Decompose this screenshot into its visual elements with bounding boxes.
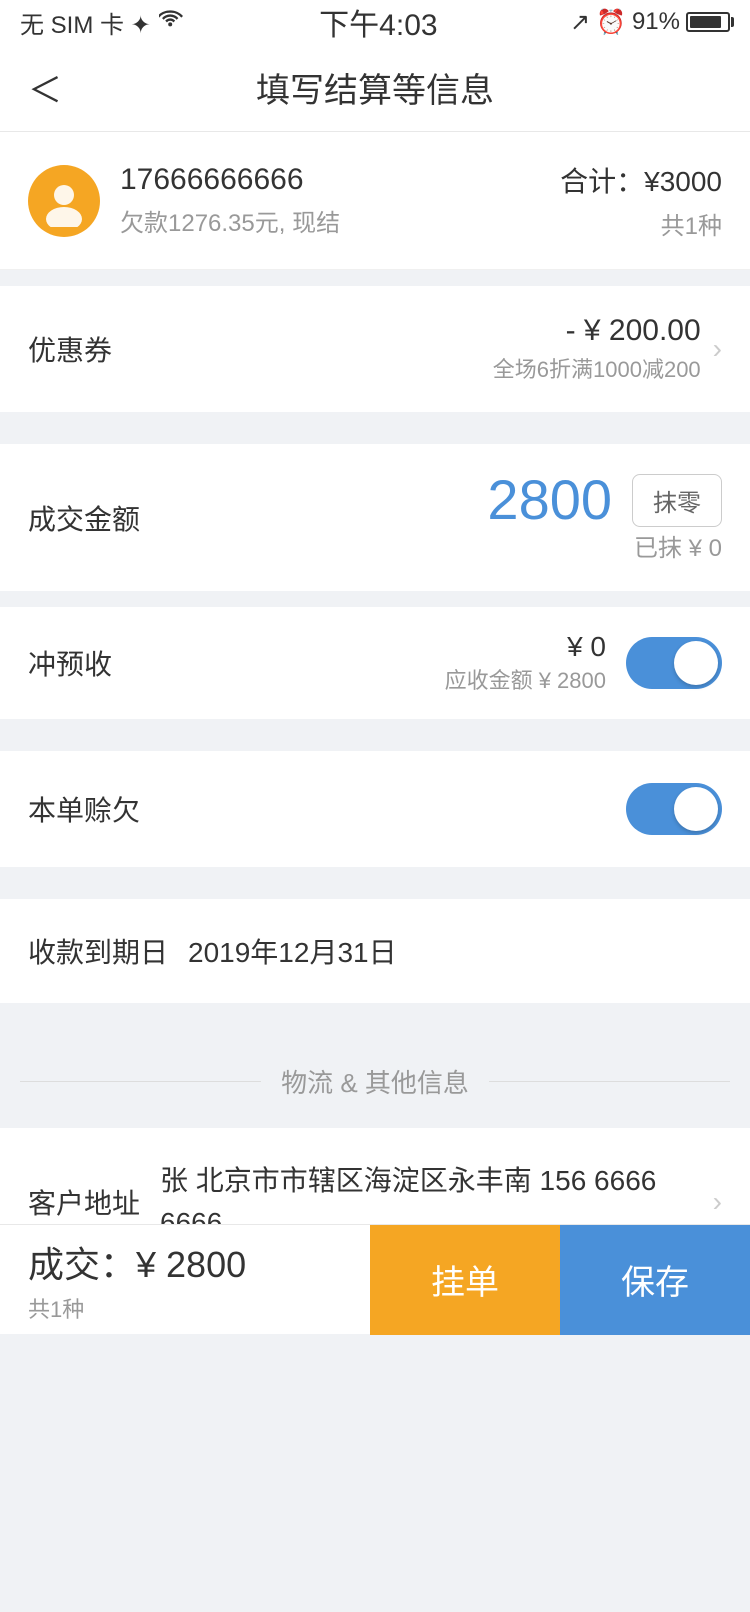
prepay-label: 冲预收 (28, 643, 445, 683)
header: ＜ 填写结算等信息 (0, 44, 750, 132)
address-arrow-icon: › (713, 1186, 722, 1218)
user-info: 17666666666 欠款1276.35元, 现结 (120, 163, 560, 238)
coupon-arrow-icon: › (713, 333, 722, 365)
status-right: ↗ ⏰ 91% (570, 8, 730, 37)
prepay-sub: 应收金额 ¥ 2800 (445, 663, 606, 695)
user-phone: 17666666666 (120, 163, 560, 197)
section-divider-1 (0, 428, 750, 444)
sim-indicator: 无 SIM 卡 ✦ (20, 5, 151, 40)
user-total-count: 共1种 (560, 206, 722, 241)
transaction-section: 成交金额 2800 抹零 已抹 ¥ 0 (0, 444, 750, 591)
coupon-right: - ¥ 200.00 全场6折满1000减200 (493, 314, 701, 384)
credit-row: 本单赊欠 (0, 751, 750, 867)
round-button[interactable]: 抹零 (632, 474, 722, 527)
bottom-bar: 成交：¥ 2800 共1种 挂单 保存 (0, 1224, 750, 1334)
bottom-amount: 成交：¥ 2800 (28, 1236, 342, 1288)
already-round: 已抹 ¥ 0 (634, 528, 722, 563)
coupon-label: 优惠券 (28, 329, 493, 369)
bottom-prefix: 成交： (28, 1244, 136, 1285)
user-card: 17666666666 欠款1276.35元, 现结 合计：¥3000 共1种 (0, 132, 750, 270)
battery-percent: 91% (632, 8, 680, 36)
section-divider-4 (0, 1019, 750, 1035)
credit-toggle-knob (674, 787, 718, 831)
coupon-row[interactable]: 优惠券 - ¥ 200.00 全场6折满1000减200 › (0, 286, 750, 412)
status-bar: 无 SIM 卡 ✦ 下午4:03 ↗ ⏰ 91% (0, 0, 750, 44)
page-title: 填写结算等信息 (256, 63, 494, 112)
transaction-label: 成交金额 (28, 498, 148, 538)
prepay-toggle[interactable] (626, 637, 722, 689)
bottom-info: 成交：¥ 2800 共1种 (0, 1236, 370, 1324)
battery-icon (686, 12, 730, 32)
status-left: 无 SIM 卡 ✦ (20, 5, 187, 40)
bottom-count: 共1种 (28, 1292, 342, 1324)
content: 17666666666 欠款1276.35元, 现结 合计：¥3000 共1种 … (0, 132, 750, 1612)
coupon-card: 优惠券 - ¥ 200.00 全场6折满1000减200 › (0, 286, 750, 412)
hang-button[interactable]: 挂单 (370, 1225, 560, 1335)
toggle-knob (674, 641, 718, 685)
status-time: 下午4:03 (319, 0, 437, 44)
duedate-value: 2019年12月31日 (188, 931, 397, 971)
coupon-amount: - ¥ 200.00 (493, 314, 701, 348)
header-line-right (489, 1081, 730, 1082)
duedate-label: 收款到期日 (28, 931, 168, 971)
logistics-label: 物流 & 其他信息 (281, 1063, 469, 1100)
credit-toggle[interactable] (626, 783, 722, 835)
header-line-left (20, 1081, 261, 1082)
location-icon: ↗ (570, 8, 590, 37)
duedate-section: 收款到期日 2019年12月31日 (0, 899, 750, 1003)
logistics-header: 物流 & 其他信息 (0, 1035, 750, 1128)
credit-section: 本单赊欠 (0, 751, 750, 867)
prepay-row: 冲预收 ¥ 0 应收金额 ¥ 2800 (0, 607, 750, 719)
avatar (28, 165, 100, 237)
user-total-amount: 合计：¥3000 (560, 160, 722, 200)
back-button[interactable]: ＜ (28, 63, 62, 112)
prepay-amount-area: ¥ 0 应收金额 ¥ 2800 (445, 631, 606, 695)
prepay-amount: ¥ 0 (445, 631, 606, 663)
alarm-icon: ⏰ (596, 8, 626, 37)
transaction-amount: 2800 (487, 472, 612, 528)
duedate-row: 收款到期日 2019年12月31日 (0, 899, 750, 1003)
prepay-right: ¥ 0 应收金额 ¥ 2800 (445, 631, 722, 695)
wifi-icon (159, 8, 187, 37)
section-divider-3 (0, 883, 750, 899)
amount-area: 2800 抹零 (487, 472, 722, 528)
user-total: 合计：¥3000 共1种 (560, 160, 722, 241)
transaction-row: 成交金额 2800 抹零 已抹 ¥ 0 (0, 444, 750, 591)
user-row: 17666666666 欠款1276.35元, 现结 合计：¥3000 共1种 (0, 132, 750, 270)
prepay-section: 冲预收 ¥ 0 应收金额 ¥ 2800 (0, 607, 750, 719)
user-debt: 欠款1276.35元, 现结 (120, 203, 560, 238)
address-label: 客户地址 (28, 1182, 148, 1222)
save-button[interactable]: 保存 (560, 1225, 750, 1335)
credit-label: 本单赊欠 (28, 789, 626, 829)
bottom-amount-value: ¥ 2800 (136, 1244, 246, 1285)
section-divider-2 (0, 735, 750, 751)
coupon-desc: 全场6折满1000减200 (493, 352, 701, 384)
